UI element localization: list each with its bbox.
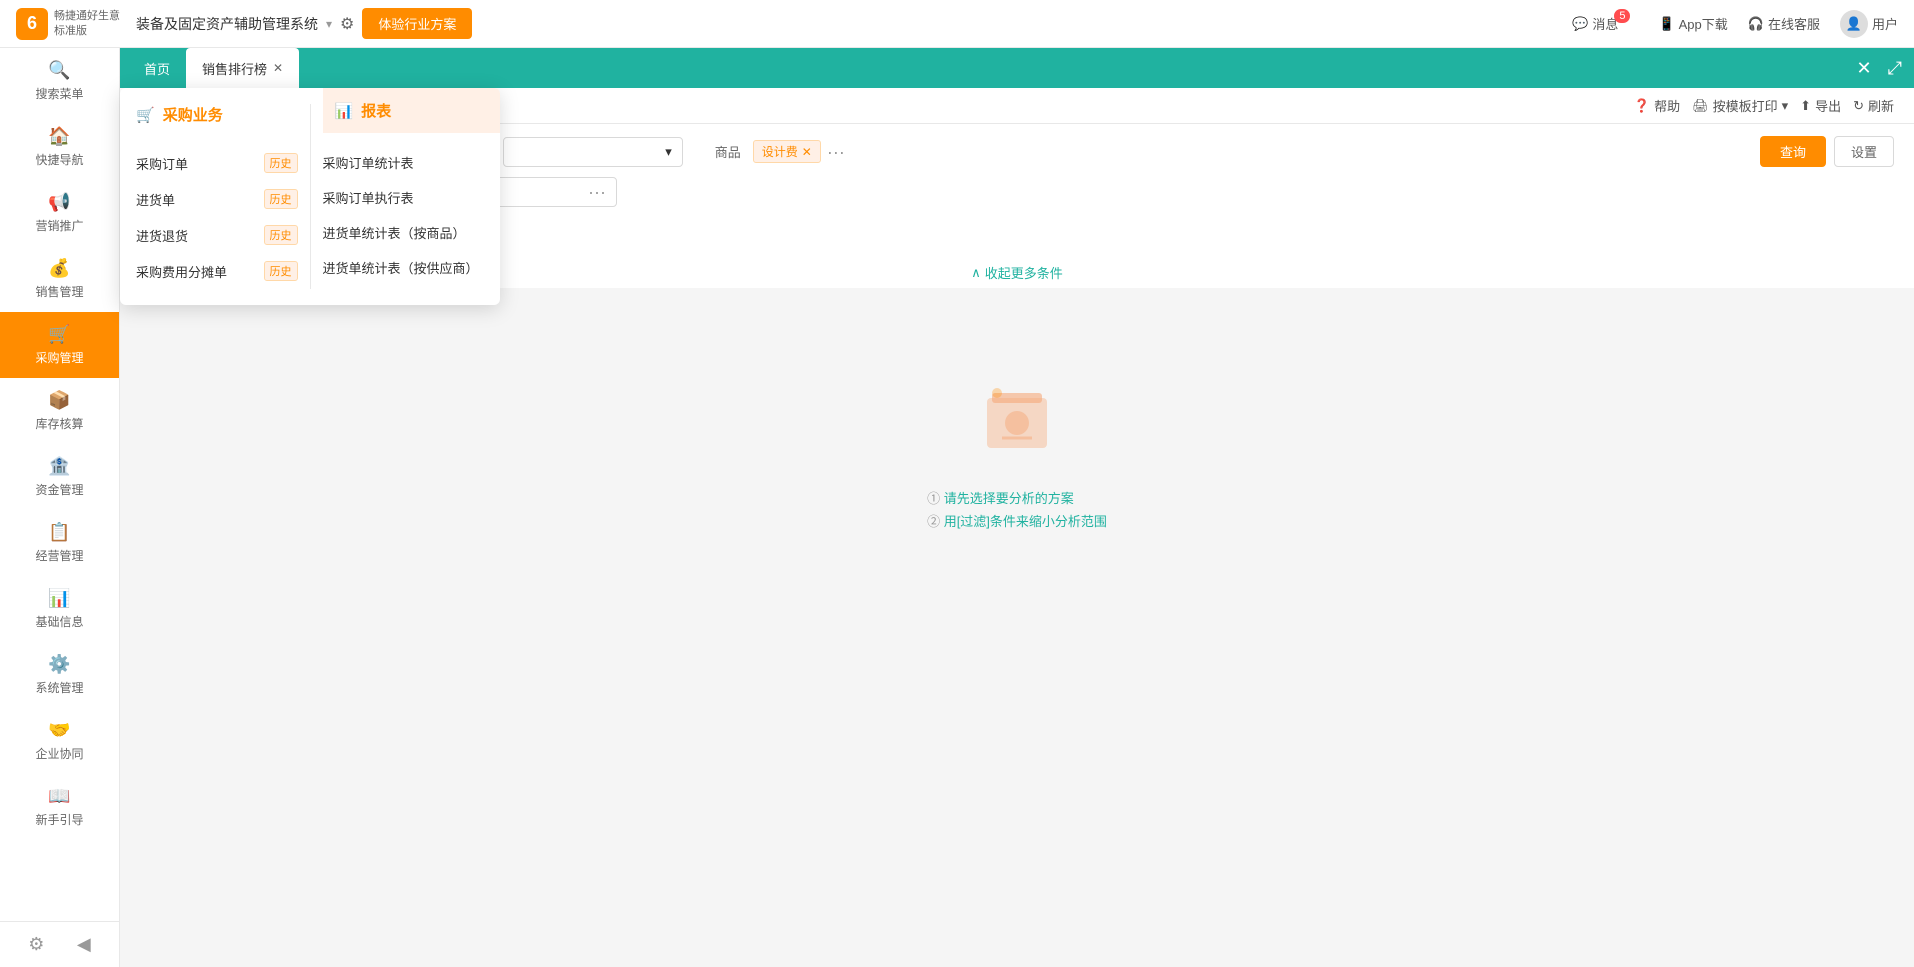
chevron-down-icon: ▾ (665, 144, 672, 160)
export-btn[interactable]: ⬆ 导出 (1800, 96, 1841, 115)
product-tag: 设计费 ✕ (753, 140, 821, 163)
action-buttons: 查询 设置 (1760, 136, 1894, 167)
print-icon: 🖨 (1692, 98, 1709, 114)
print-chevron-icon: ▾ (1782, 98, 1789, 114)
menu-item-goods-in-stat-supplier[interactable]: 进货单统计表（按供应商） (323, 250, 485, 285)
dropdown-menu: 🛒 采购业务 采购订单 历史 进货单 历史 进货退货 历史 采购费用分摊单 历史… (120, 88, 500, 305)
product-label: 商品 (715, 142, 741, 161)
purchase-section: 🛒 采购业务 采购订单 历史 进货单 历史 进货退货 历史 采购费用分摊单 历史 (136, 104, 298, 289)
gear-icon: ⚙️ (48, 654, 70, 675)
sidebar-item-sales[interactable]: 💰 销售管理 (0, 246, 119, 312)
hist-badge: 历史 (264, 153, 298, 173)
sidebar-item-system[interactable]: ⚙️ 系统管理 (0, 642, 119, 708)
user-btn[interactable]: 👤 用户 (1840, 10, 1898, 38)
query-btn[interactable]: 查询 (1760, 136, 1826, 167)
salesperson-dots: ··· (588, 183, 606, 201)
tab-home[interactable]: 首页 (128, 48, 186, 88)
collapse-icon: ∧ (971, 265, 981, 281)
expand-btn[interactable]: ⤢ (1884, 58, 1906, 79)
message-icon: 💬 (1572, 16, 1588, 32)
app-download-btn[interactable]: 📱 App下载 (1658, 14, 1727, 33)
help-btn[interactable]: ❓ 帮助 (1634, 96, 1680, 115)
empty-illustration (967, 368, 1067, 468)
purchase-section-header: 🛒 采购业务 (136, 104, 298, 133)
tab-sales-rank[interactable]: 销售排行榜 ✕ (186, 48, 299, 88)
headset-icon: 🎧 (1748, 16, 1764, 32)
topbar: 6 畅捷通好生意 标准版 装备及固定资产辅助管理系统 ▾ ⚙ 体验行业方案 💬 … (0, 0, 1914, 48)
sidebar-item-basic[interactable]: 📊 基础信息 (0, 576, 119, 642)
avatar: 👤 (1840, 10, 1868, 38)
menu-item-goods-in-stat-product[interactable]: 进货单统计表（按商品） (323, 215, 485, 250)
sidebar-item-guide[interactable]: 📖 新手引导 (0, 774, 119, 840)
menu-item-purchase-order-exec[interactable]: 采购订单执行表 (323, 180, 485, 215)
settings-btn[interactable]: 设置 (1834, 136, 1894, 167)
product-filter: 设计费 ✕ ··· (753, 140, 845, 163)
sidebar-item-finance[interactable]: 🏦 资金管理 (0, 444, 119, 510)
chevron-down-icon[interactable]: ▾ (326, 17, 332, 31)
menu-item-purchase-expense[interactable]: 采购费用分摊单 历史 (136, 253, 298, 289)
empty-text: ① 请先选择要分析的方案 ② 用[过滤]条件来缩小分析范围 (927, 484, 1107, 534)
chart-icon: 📊 (48, 588, 70, 609)
message-badge: 5 (1614, 9, 1630, 23)
sidebar-item-search[interactable]: 🔍 搜索菜单 (0, 48, 119, 114)
system-name: 装备及固定资产辅助管理系统 (136, 14, 318, 34)
cart-icon: 🛒 (48, 324, 70, 345)
money-icon: 💰 (48, 258, 70, 279)
box-icon: 📦 (48, 390, 70, 411)
tabbar-controls: ✕ ⤢ (1853, 58, 1907, 79)
logo-icon: 6 (16, 8, 48, 40)
menu-item-goods-return[interactable]: 进货退货 历史 (136, 217, 298, 253)
industry-btn[interactable]: 体验行业方案 (362, 8, 472, 39)
clipboard-icon: 📋 (48, 522, 70, 543)
handshake-icon: 🤝 (48, 720, 70, 741)
topbar-right: 💬 消息 5 📱 App下载 🎧 在线客服 👤 用户 (1572, 10, 1898, 38)
refresh-icon: ↻ (1853, 98, 1864, 114)
report-section-header: 📊 报表 (323, 88, 501, 133)
print-btn[interactable]: 🖨 按模板打印 ▾ (1692, 96, 1788, 115)
message-btn[interactable]: 💬 消息 5 (1572, 14, 1638, 33)
menu-item-purchase-order[interactable]: 采购订单 历史 (136, 145, 298, 181)
megaphone-icon: 📢 (48, 192, 70, 213)
hist-badge: 历史 (264, 261, 298, 281)
report-section: 📊 报表 采购订单统计表 采购订单执行表 进货单统计表（按商品） 进货单统计表（… (323, 104, 485, 289)
logo-text: 畅捷通好生意 标准版 (54, 9, 120, 38)
menu-divider (310, 104, 311, 289)
bottom-settings-icon[interactable]: ⚙ (28, 934, 44, 955)
product-more-btn[interactable]: ··· (827, 143, 845, 161)
help-icon: ❓ (1634, 98, 1650, 114)
sidebar-item-purchase[interactable]: 🛒 采购管理 (0, 312, 119, 378)
sidebar-item-marketing[interactable]: 📢 营销推广 (0, 180, 119, 246)
mobile-icon: 📱 (1658, 16, 1674, 32)
sidebar-item-inventory[interactable]: 📦 库存核算 (0, 378, 119, 444)
sidebar-bottom: ⚙ ◀ (0, 921, 119, 967)
doc-status-select[interactable]: ▾ (503, 137, 683, 167)
bank-icon: 🏦 (48, 456, 70, 477)
book-icon: 📖 (48, 786, 70, 807)
close-tab-btn[interactable]: ✕ (1853, 58, 1876, 79)
system-area: 装备及固定资产辅助管理系统 ▾ ⚙ 体验行业方案 (136, 8, 1572, 39)
logo: 6 畅捷通好生意 标准版 (16, 8, 136, 40)
empty-state: ① 请先选择要分析的方案 ② 用[过滤]条件来缩小分析范围 (120, 288, 1914, 614)
export-icon: ⬆ (1800, 98, 1811, 114)
purchase-section-icon: 🛒 (136, 106, 155, 124)
collapse-sidebar-icon[interactable]: ◀ (77, 934, 91, 955)
sidebar-item-quick-nav[interactable]: 🏠 快捷导航 (0, 114, 119, 180)
hist-badge: 历史 (264, 189, 298, 209)
menu-item-goods-in[interactable]: 进货单 历史 (136, 181, 298, 217)
menu-item-purchase-order-stat[interactable]: 采购订单统计表 (323, 145, 485, 180)
report-section-icon: 📊 (335, 102, 354, 120)
tab-close-icon[interactable]: ✕ (273, 61, 283, 75)
settings-icon[interactable]: ⚙ (340, 14, 354, 34)
sidebar-item-collab[interactable]: 🤝 企业协同 (0, 708, 119, 774)
tabbar: 首页 销售排行榜 ✕ ✕ ⤢ (120, 48, 1914, 88)
sidebar: 🔍 搜索菜单 🏠 快捷导航 📢 营销推广 💰 销售管理 🛒 采购管理 📦 库存核… (0, 48, 120, 967)
home-icon: 🏠 (48, 126, 70, 147)
sidebar-item-operations[interactable]: 📋 经营管理 (0, 510, 119, 576)
search-icon: 🔍 (48, 60, 70, 81)
online-service-btn[interactable]: 🎧 在线客服 (1748, 14, 1820, 33)
refresh-btn[interactable]: ↻ 刷新 (1853, 96, 1894, 115)
product-tag-close[interactable]: ✕ (802, 145, 812, 159)
hist-badge: 历史 (264, 225, 298, 245)
